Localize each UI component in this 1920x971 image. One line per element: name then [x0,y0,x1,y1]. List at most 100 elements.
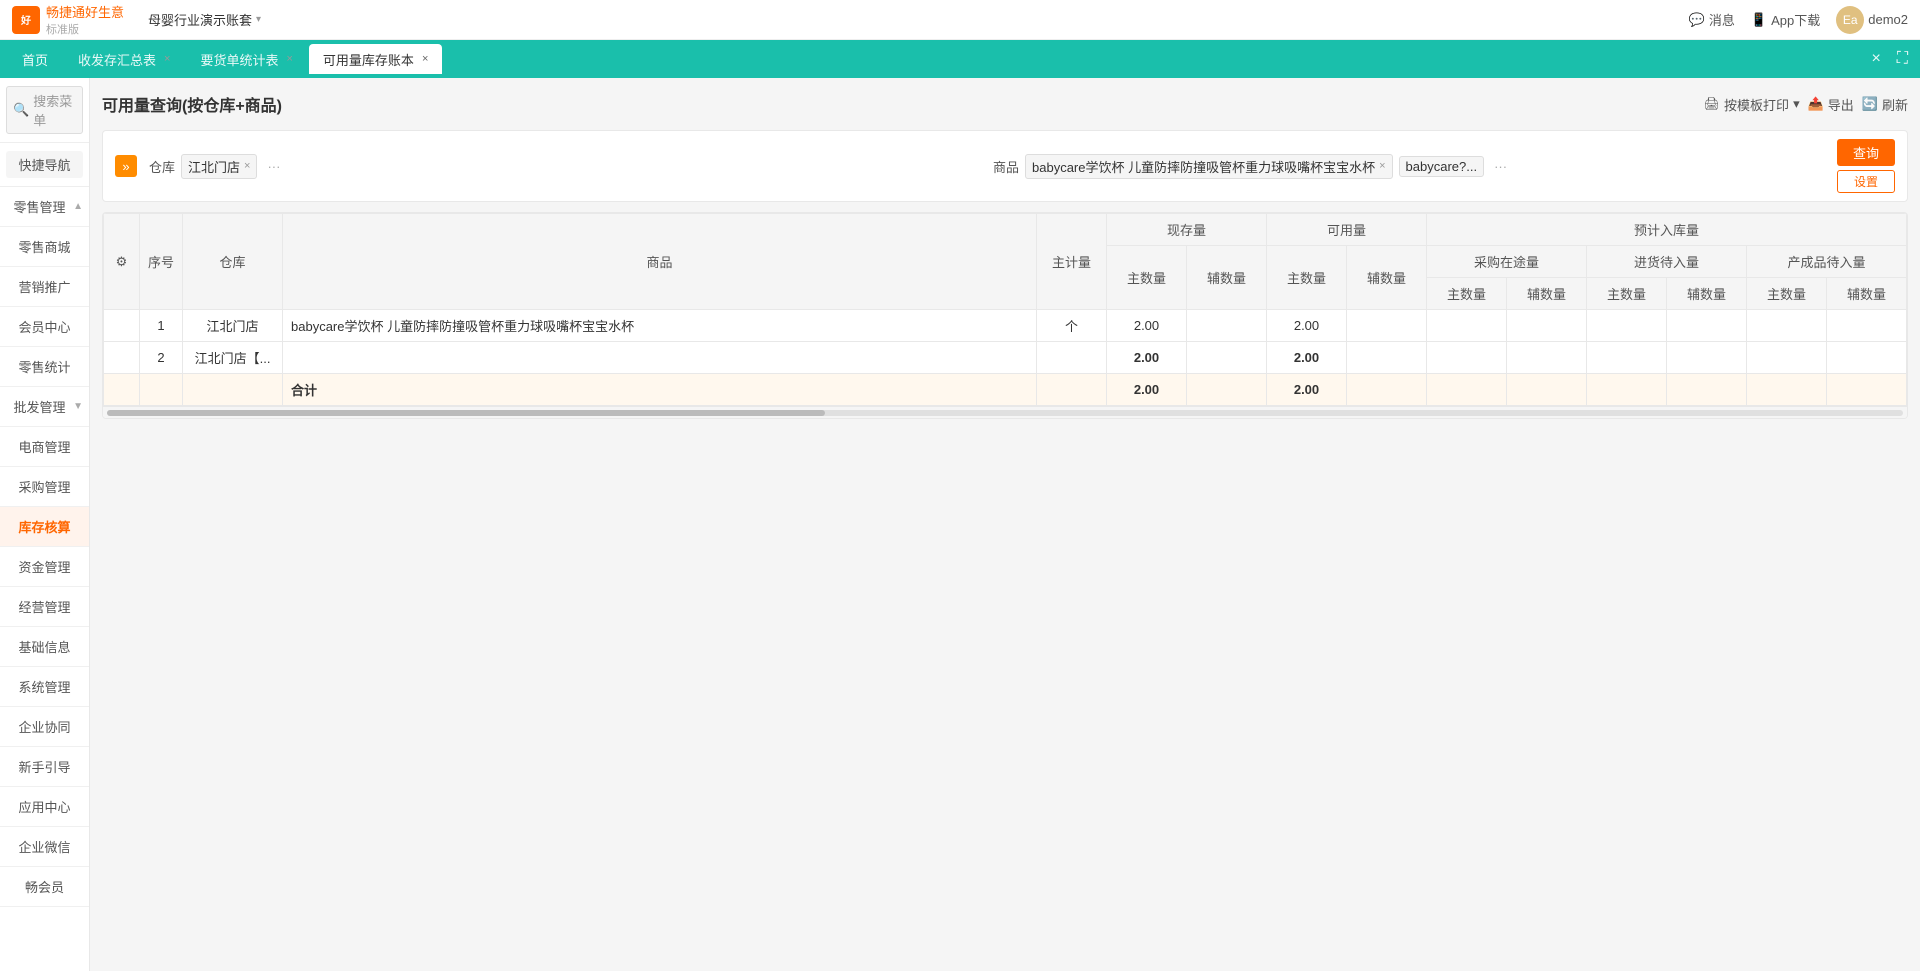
export-button[interactable]: 📤 导出 [1808,95,1854,114]
filter-bar: » 仓库 江北门店 × ··· 商品 babycare学饮杯 儿童防摔防撞吸管杯… [102,130,1908,202]
tab-order[interactable]: 要货单统计表 × [186,44,306,74]
footer-warehouse [183,374,283,406]
th-no: 序号 [140,214,183,310]
app-download-button[interactable]: 📱 App下载 [1751,10,1820,29]
close-all-button[interactable]: × [1867,48,1884,70]
tab-home[interactable]: 首页 [8,44,62,74]
row1-product: babycare学饮杯 儿童防摔防撞吸管杯重力球吸嘴杯宝宝水杯 [283,310,1037,342]
th-available-aux: 辅数量 [1347,246,1427,310]
th-available-main: 主数量 [1267,246,1347,310]
row1-incoming-aux [1667,310,1747,342]
refresh-button[interactable]: 🔄 刷新 [1862,95,1908,114]
sidebar-item-member[interactable]: 会员中心 [0,307,89,347]
scroll-thumb[interactable] [107,410,825,416]
sidebar-item-retail-mall[interactable]: 零售商城 [0,227,89,267]
sidebar-item-system-mgmt[interactable]: 系统管理 [0,667,89,707]
th-warehouse: 仓库 [183,214,283,310]
sidebar-item-purchase[interactable]: 采购管理 [0,467,89,507]
th-settings[interactable]: ⚙ [104,214,140,310]
sidebar-item-inventory-check[interactable]: 库存核算 [0,507,89,547]
page-actions: 🖨 按模板打印 ▾ 📤 导出 🔄 刷新 [1704,95,1908,114]
th-production-main: 主数量 [1747,278,1827,310]
sidebar-item-wholesale-mgmt[interactable]: 批发管理 ▼ [0,387,89,427]
sidebar-item-member2[interactable]: 畅会员 [0,867,89,907]
tab-inventory-close[interactable]: × [422,53,428,65]
top-bar-left: 好 畅捷通好生意 标准版 母婴行业演示账套 ▾ [12,2,261,37]
sidebar-item-new-guide[interactable]: 新手引导 [0,747,89,787]
row2-incoming-aux [1667,342,1747,374]
footer-settings [104,374,140,406]
warehouse-more-button[interactable]: ··· [263,159,284,174]
print-button[interactable]: 🖨 按模板打印 ▾ [1704,95,1800,114]
sidebar-item-finance[interactable]: 资金管理 [0,547,89,587]
footer-available-aux [1347,374,1427,406]
quick-nav-button[interactable]: 快捷导航 [6,151,83,178]
tab-collection[interactable]: 收发存汇总表 × [64,44,184,74]
tab-inventory-label: 可用量库存账本 [323,50,414,69]
th-incoming-main: 主数量 [1587,278,1667,310]
row2-incoming-main [1587,342,1667,374]
sidebar-item-ecommerce[interactable]: 电商管理 [0,427,89,467]
footer-label: 合计 [283,374,1037,406]
org-selector[interactable]: 母婴行业演示账套 ▾ [148,10,261,29]
row1-settings [104,310,140,342]
footer-production-aux [1827,374,1907,406]
product-tag-1[interactable]: babycare学饮杯 儿童防摔防撞吸管杯重力球吸嘴杯宝宝水杯 × [1025,154,1393,179]
sidebar-item-retail-stats[interactable]: 零售统计 [0,347,89,387]
row1-unit: 个 [1037,310,1107,342]
sidebar-item-enterprise[interactable]: 企业协同 [0,707,89,747]
page-container: 可用量查询(按仓库+商品) 🖨 按模板打印 ▾ 📤 导出 🔄 刷新 [90,78,1920,429]
product-label: 商品 [993,157,1019,176]
warehouse-tag-close[interactable]: × [244,160,250,172]
user-avatar-area[interactable]: Ea demo2 [1836,6,1908,34]
settings-button[interactable]: 设置 [1837,170,1895,193]
tab-collection-close[interactable]: × [164,53,170,65]
top-bar: 好 畅捷通好生意 标准版 母婴行业演示账套 ▾ 💬 消息 📱 App下载 Ea … [0,0,1920,40]
scroll-track [107,410,1903,416]
tab-inventory[interactable]: 可用量库存账本 × [309,44,442,74]
warehouse-tag[interactable]: 江北门店 × [181,154,257,179]
sidebar-item-marketing[interactable]: 营销推广 [0,267,89,307]
row1-no: 1 [140,310,183,342]
sidebar-item-enterprise-wechat[interactable]: 企业微信 [0,827,89,867]
bottom-scrollbar[interactable] [103,406,1907,418]
th-stock-main: 主数量 [1107,246,1187,310]
footer-incoming-aux [1667,374,1747,406]
footer-stock-aux [1187,374,1267,406]
sidebar-item-basic-info[interactable]: 基础信息 [0,627,89,667]
th-purchase-main: 主数量 [1427,278,1507,310]
expand-icon-2: ▼ [73,401,83,412]
logo-text: 畅捷通好生意 标准版 [46,2,124,37]
filter-expand-button[interactable]: » [115,155,137,177]
row2-production-main [1747,342,1827,374]
product-value-1: babycare学饮杯 儿童防摔防撞吸管杯重力球吸嘴杯宝宝水杯 [1032,157,1375,176]
row2-production-aux [1827,342,1907,374]
query-button[interactable]: 查询 [1837,139,1895,166]
th-unit: 主计量 [1037,214,1107,310]
th-incoming-group: 进货待入量 [1587,246,1747,278]
avatar: Ea [1836,6,1864,34]
product-more-button[interactable]: ··· [1490,159,1511,174]
search-button[interactable]: 🔍 搜索菜单 [6,86,83,134]
sidebar-item-operation[interactable]: 经营管理 [0,587,89,627]
nav-actions: × ⛶ [1867,48,1912,70]
expand-icon: » [122,159,129,174]
message-button[interactable]: 💬 消息 [1689,10,1735,29]
fullscreen-button[interactable]: ⛶ [1893,48,1912,70]
product-tag-1-close[interactable]: × [1379,160,1385,172]
footer-incoming-main [1587,374,1667,406]
row2-purchase-aux [1507,342,1587,374]
print-icon: 🖨 [1704,96,1721,112]
tab-home-label: 首页 [22,50,48,69]
product-tag-2[interactable]: babycare?... [1399,156,1485,177]
settings-gear-icon: ⚙ [116,254,128,269]
table-row: 2 江北门店【... 2.00 2.00 [104,342,1907,374]
tab-order-close[interactable]: × [286,53,292,65]
sidebar: 🔍 搜索菜单 快捷导航 零售管理 ▲ 零售商城 营销推广 会员中心 零售统计 批… [0,78,90,971]
sidebar-item-retail-mgmt[interactable]: 零售管理 ▲ [0,187,89,227]
tab-order-label: 要货单统计表 [200,50,278,69]
top-bar-right: 💬 消息 📱 App下载 Ea demo2 [1689,6,1908,34]
content-area: 可用量查询(按仓库+商品) 🖨 按模板打印 ▾ 📤 导出 🔄 刷新 [90,78,1920,971]
th-purchase-group: 采购在途量 [1427,246,1587,278]
sidebar-item-app-center[interactable]: 应用中心 [0,787,89,827]
